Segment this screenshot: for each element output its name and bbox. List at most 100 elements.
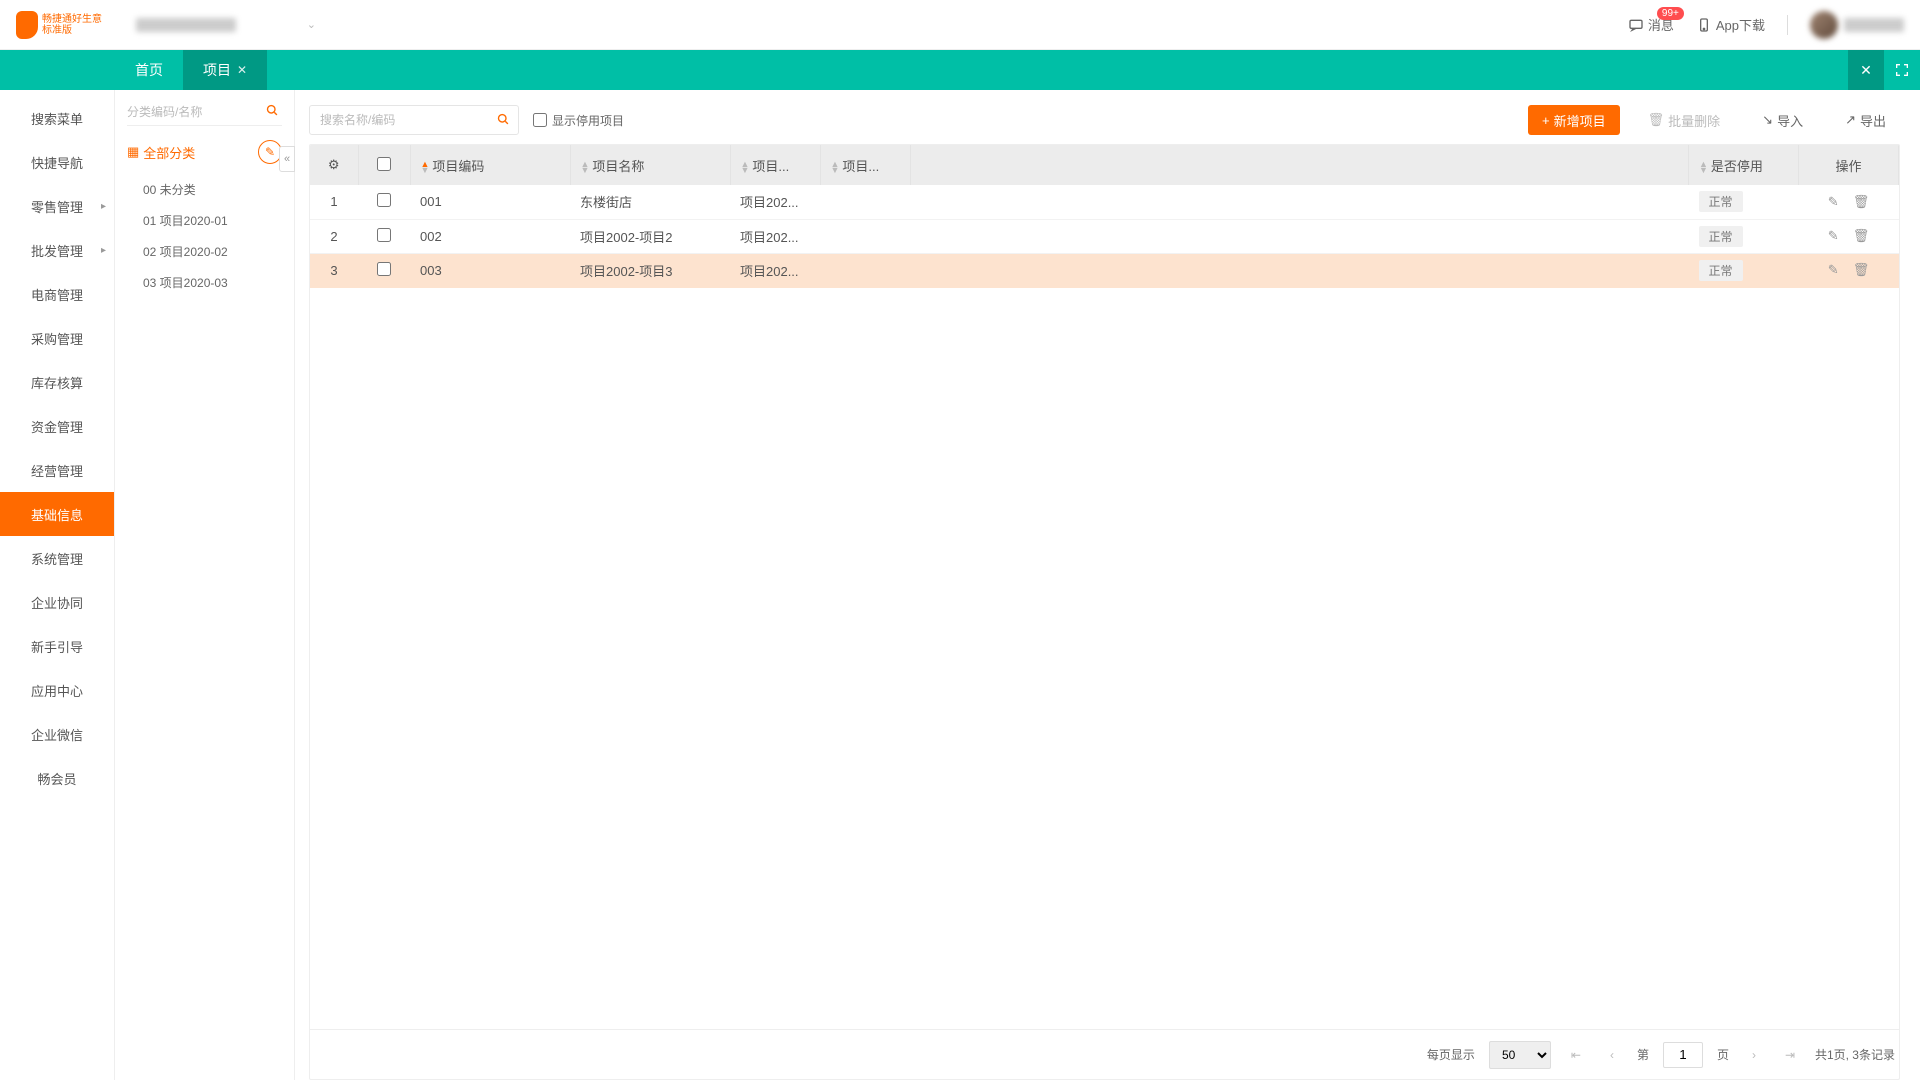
show-disabled-input[interactable]	[533, 113, 547, 127]
export-icon: ↗	[1845, 112, 1856, 128]
category-panel: ▦ 全部分类 ✎ 00 未分类01 项目2020-0102 项目2020-020…	[115, 90, 295, 1080]
table-row[interactable]: 2002项目2002-项目2项目202...正常✎🗑	[310, 219, 1899, 253]
delete-icon[interactable]: 🗑	[1853, 194, 1870, 210]
row-checkbox[interactable]	[377, 228, 391, 242]
sidebar-item-4[interactable]: 电商管理	[0, 272, 114, 316]
cell-status: 正常	[1689, 253, 1799, 287]
table-row[interactable]: 3003项目2002-项目3项目202...正常✎🗑	[310, 253, 1899, 287]
row-index: 3	[310, 253, 358, 287]
column-operation: 操作	[1799, 145, 1899, 185]
delete-icon[interactable]: 🗑	[1853, 262, 1870, 278]
cell-c4	[820, 185, 910, 219]
table-search-input[interactable]	[309, 105, 519, 135]
column-project-code[interactable]: ▲▼项目编码	[410, 145, 570, 185]
sidebar-item-5[interactable]: 采购管理	[0, 316, 114, 360]
grid-icon: ▦	[127, 144, 139, 160]
chevron-down-icon: ⌄	[307, 18, 316, 31]
sidebar-item-0[interactable]: 搜索菜单	[0, 96, 114, 140]
sidebar-item-2[interactable]: 零售管理	[0, 184, 114, 228]
batch-delete-button: 🗑 批量删除	[1634, 105, 1735, 135]
batch-delete-label: 批量删除	[1668, 111, 1720, 130]
search-icon[interactable]	[496, 112, 511, 130]
edit-icon[interactable]: ✎	[1828, 228, 1839, 244]
delete-icon[interactable]: 🗑	[1853, 228, 1870, 244]
brand-line1: 畅捷通好生意	[42, 14, 102, 25]
tab-home[interactable]: 首页	[115, 50, 183, 90]
table-footer: 每页显示 50 ⇤ ‹ 第 页 › ⇥ 共1页, 3条记录	[310, 1029, 1899, 1079]
sidebar-item-13[interactable]: 应用中心	[0, 668, 114, 712]
user-menu[interactable]	[1810, 11, 1904, 39]
category-item-1[interactable]: 01 项目2020-01	[115, 205, 294, 236]
column-settings[interactable]: ⚙	[310, 145, 358, 185]
row-checkbox[interactable]	[377, 193, 391, 207]
category-item-3[interactable]: 03 项目2020-03	[115, 267, 294, 298]
sidebar-item-11[interactable]: 企业协同	[0, 580, 114, 624]
row-index: 1	[310, 185, 358, 219]
edit-icon[interactable]: ✎	[1828, 194, 1839, 210]
org-name-blurred	[136, 18, 236, 32]
user-name-blurred	[1844, 18, 1904, 32]
edit-icon[interactable]: ✎	[1828, 262, 1839, 278]
fullscreen-button[interactable]	[1884, 50, 1920, 90]
add-project-button[interactable]: + 新增项目	[1528, 105, 1620, 135]
phone-icon	[1696, 17, 1712, 33]
export-button[interactable]: ↗ 导出	[1831, 105, 1900, 135]
prev-page-button[interactable]: ‹	[1601, 1044, 1623, 1066]
sidebar-item-7[interactable]: 资金管理	[0, 404, 114, 448]
select-all-checkbox[interactable]	[377, 157, 391, 171]
tab-close-button[interactable]: ✕	[1848, 50, 1884, 90]
export-label: 导出	[1860, 111, 1886, 130]
import-button[interactable]: ↘ 导入	[1748, 105, 1817, 135]
category-search-input[interactable]	[127, 98, 282, 126]
next-page-button[interactable]: ›	[1743, 1044, 1765, 1066]
app-download-label: App下载	[1716, 15, 1765, 34]
sidebar-item-9[interactable]: 基础信息	[0, 492, 114, 536]
last-page-button[interactable]: ⇥	[1779, 1044, 1801, 1066]
column-checkbox-all[interactable]	[358, 145, 410, 185]
close-icon[interactable]: ✕	[237, 63, 247, 77]
column-project-c3[interactable]: ▲▼项目...	[730, 145, 820, 185]
sidebar-item-1[interactable]: 快捷导航	[0, 140, 114, 184]
page-prefix: 第	[1637, 1046, 1649, 1063]
messages-badge: 99+	[1657, 7, 1684, 20]
row-checkbox[interactable]	[377, 262, 391, 276]
tab-project-label: 项目	[203, 60, 231, 80]
category-search	[127, 98, 282, 126]
tab-project[interactable]: 项目 ✕	[183, 50, 267, 90]
show-disabled-checkbox[interactable]: 显示停用项目	[533, 112, 624, 129]
tab-strip: 首页 项目 ✕ ✕	[0, 50, 1920, 90]
left-sidebar: 搜索菜单快捷导航零售管理批发管理电商管理采购管理库存核算资金管理经营管理基础信息…	[0, 90, 115, 1080]
sidebar-item-15[interactable]: 畅会员	[0, 756, 114, 800]
sidebar-item-6[interactable]: 库存核算	[0, 360, 114, 404]
page-summary: 共1页, 3条记录	[1815, 1046, 1895, 1063]
column-project-name[interactable]: ▲▼项目名称	[570, 145, 730, 185]
app-download-button[interactable]: App下载	[1696, 15, 1765, 34]
category-item-2[interactable]: 02 项目2020-02	[115, 236, 294, 267]
category-item-0[interactable]: 00 未分类	[115, 174, 294, 205]
add-project-label: 新增项目	[1554, 111, 1606, 130]
message-icon	[1628, 17, 1644, 33]
collapse-panel-button[interactable]: «	[279, 146, 295, 172]
table-row[interactable]: 1001东楼街店项目202...正常✎🗑	[310, 185, 1899, 219]
column-project-c4[interactable]: ▲▼项目...	[820, 145, 910, 185]
sidebar-item-10[interactable]: 系统管理	[0, 536, 114, 580]
category-all[interactable]: ▦ 全部分类	[127, 143, 195, 162]
cell-c3: 项目202...	[730, 185, 820, 219]
content-toolbar: 显示停用项目 + 新增项目 🗑 批量删除 ↘ 导入 ↗ 导出	[309, 96, 1900, 144]
per-page-label: 每页显示	[1427, 1046, 1475, 1063]
sidebar-item-14[interactable]: 企业微信	[0, 712, 114, 756]
search-icon[interactable]	[265, 103, 280, 121]
sidebar-item-3[interactable]: 批发管理	[0, 228, 114, 272]
cell-c3: 项目202...	[730, 219, 820, 253]
sidebar-item-8[interactable]: 经营管理	[0, 448, 114, 492]
brand-line2: 标准版	[42, 25, 102, 36]
sidebar-item-12[interactable]: 新手引导	[0, 624, 114, 668]
column-disabled[interactable]: ▲▼是否停用	[1689, 145, 1799, 185]
current-page-input[interactable]	[1663, 1042, 1703, 1068]
first-page-button[interactable]: ⇤	[1565, 1044, 1587, 1066]
chevron-left-icon: «	[284, 153, 290, 165]
page-size-select[interactable]: 50	[1489, 1041, 1551, 1069]
org-dropdown[interactable]: ⌄	[136, 10, 316, 40]
messages-button[interactable]: 消息 99+	[1628, 15, 1674, 34]
category-list: 00 未分类01 项目2020-0102 项目2020-0203 项目2020-…	[115, 170, 294, 302]
